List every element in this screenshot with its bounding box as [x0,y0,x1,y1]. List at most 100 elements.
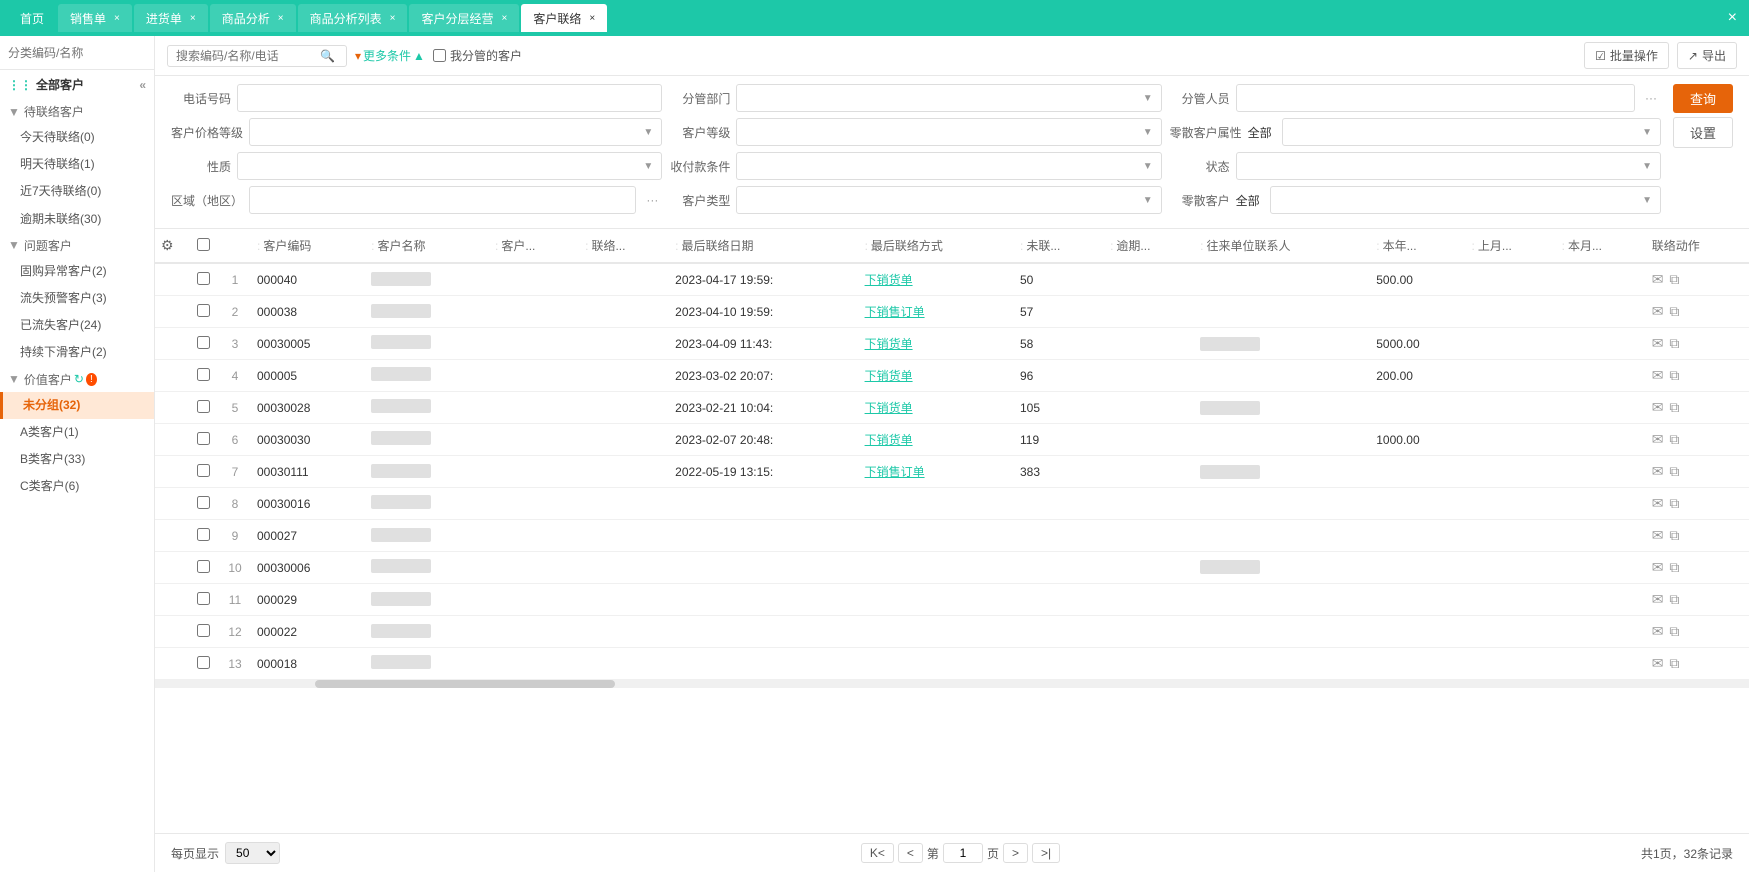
tab-customer-layer[interactable]: 客户分层经营 × [409,4,519,32]
th-this-month[interactable]: :本月... [1556,229,1646,263]
sidebar-group-value[interactable]: ▼ 价值客户 ↻ ! [0,367,154,392]
grid-action-icon-3[interactable]: ⧉ [1669,367,1679,384]
message-icon-10[interactable]: ✉ [1652,591,1664,608]
filter-customer-type-select[interactable]: ▼ [736,186,1161,214]
message-icon-0[interactable]: ✉ [1652,271,1664,288]
my-customers-checkbox[interactable]: 我分管的客户 [433,47,522,64]
sidebar-search-input[interactable] [8,46,155,60]
cell-last-method-0[interactable]: 下销货单 [859,263,1014,296]
message-icon-1[interactable]: ✉ [1652,303,1664,320]
method-link-2[interactable]: 下销货单 [865,337,913,351]
cell-checkbox-11[interactable] [187,616,219,648]
select-all-checkbox[interactable] [197,238,210,251]
tab-purchase[interactable]: 进货单 × [134,4,208,32]
th-no-contact[interactable]: :未联... [1014,229,1104,263]
method-link-1[interactable]: 下销售订单 [865,305,925,319]
query-button[interactable]: 查询 [1673,84,1733,113]
cell-last-method-4[interactable]: 下销货单 [859,392,1014,424]
grid-action-icon-6[interactable]: ⧉ [1669,463,1679,480]
message-icon-11[interactable]: ✉ [1652,623,1664,640]
cell-checkbox-9[interactable] [187,552,219,584]
cell-checkbox-7[interactable] [187,488,219,520]
grid-action-icon-11[interactable]: ⧉ [1669,623,1679,640]
cell-checkbox-8[interactable] [187,520,219,552]
message-icon-5[interactable]: ✉ [1652,431,1664,448]
filter-search-box[interactable]: 🔍 [167,45,347,67]
close-customer-contact-tab[interactable]: × [589,13,595,24]
cell-last-method-5[interactable]: 下销货单 [859,424,1014,456]
tab-product-list[interactable]: 商品分析列表 × [298,4,408,32]
close-product-list-tab[interactable]: × [390,13,396,24]
grid-action-icon-1[interactable]: ⧉ [1669,303,1679,320]
filter-person-dots[interactable]: ··· [1641,91,1661,105]
message-icon-4[interactable]: ✉ [1652,399,1664,416]
grid-action-icon-10[interactable]: ⧉ [1669,591,1679,608]
message-icon-9[interactable]: ✉ [1652,559,1664,576]
grid-action-icon-4[interactable]: ⧉ [1669,399,1679,416]
horizontal-scrollbar[interactable] [155,680,1749,688]
message-icon-8[interactable]: ✉ [1652,527,1664,544]
prev-page-btn[interactable]: < [898,843,923,863]
filter-person-select[interactable] [1236,84,1635,112]
th-last-month[interactable]: :上月... [1466,229,1556,263]
tab-sales[interactable]: 销售单 × [58,4,132,32]
th-settings[interactable]: ⚙ [155,229,187,263]
cell-checkbox-10[interactable] [187,584,219,616]
sidebar-item-week-pending[interactable]: 近7天待联络(0) [0,178,154,205]
sidebar-item-today-pending[interactable]: 今天待联络(0) [0,124,154,151]
close-all-tabs[interactable]: × [1724,5,1741,31]
sidebar-item-declining[interactable]: 持续下滑客户(2) [0,339,154,366]
th-code[interactable]: :客户编码 [251,229,365,263]
cell-checkbox-5[interactable] [187,424,219,456]
sidebar-item-group-a[interactable]: A类客户(1) [0,419,154,446]
last-page-btn[interactable]: >| [1032,843,1060,863]
collapse-sidebar-btn[interactable]: « [139,78,146,92]
filter-nature-select[interactable]: ▼ [237,152,662,180]
cell-checkbox-1[interactable] [187,296,219,328]
grid-action-icon-8[interactable]: ⧉ [1669,527,1679,544]
cell-checkbox-12[interactable] [187,648,219,680]
cell-checkbox-2[interactable] [187,328,219,360]
sidebar-item-group-b[interactable]: B类客户(33) [0,446,154,473]
message-icon-12[interactable]: ✉ [1652,655,1664,672]
cell-last-method-1[interactable]: 下销售订单 [859,296,1014,328]
filter-region-dots[interactable]: ··· [642,193,662,207]
filter-search-icon[interactable]: 🔍 [320,49,335,63]
filter-price-level-select[interactable]: ▼ [249,118,662,146]
cell-checkbox-4[interactable] [187,392,219,424]
sidebar-group-pending[interactable]: ▼ 待联络客户 [0,99,154,124]
th-checkbox[interactable] [187,229,219,263]
cell-last-method-2[interactable]: 下销货单 [859,328,1014,360]
grid-action-icon-9[interactable]: ⧉ [1669,559,1679,576]
th-last-contact-date[interactable]: :最后联络日期 [669,229,858,263]
filter-region-select[interactable] [249,186,636,214]
grid-action-icon-7[interactable]: ⧉ [1669,495,1679,512]
next-page-btn[interactable]: > [1003,843,1028,863]
message-icon-6[interactable]: ✉ [1652,463,1664,480]
th-overdue[interactable]: :逾期... [1104,229,1194,263]
filter-search-input[interactable] [176,49,316,63]
page-number-input[interactable] [943,843,983,863]
all-customers-header[interactable]: ⋮⋮ 全部客户 « [0,70,154,99]
grid-action-icon-5[interactable]: ⧉ [1669,431,1679,448]
filter-customer-level-select[interactable]: ▼ [736,118,1161,146]
message-icon-7[interactable]: ✉ [1652,495,1664,512]
page-size-select[interactable]: 50 100 200 [225,842,280,864]
sidebar-item-churned[interactable]: 已流失客户(24) [0,312,154,339]
tab-product-analysis[interactable]: 商品分析 × [210,4,296,32]
tab-customer-contact[interactable]: 客户联络 × [521,4,607,32]
settings-icon[interactable]: ⚙ [161,237,174,253]
batch-ops-button[interactable]: ☑ 批量操作 [1584,42,1669,69]
th-contact-person[interactable]: :往来单位联系人 [1194,229,1370,263]
my-customers-check[interactable] [433,49,446,62]
filter-phone-input[interactable] [237,84,662,112]
method-link-5[interactable]: 下销货单 [865,433,913,447]
method-link-3[interactable]: 下销货单 [865,369,913,383]
filter-sparse-attr-select[interactable]: ▼ [1282,118,1661,146]
grid-action-icon-2[interactable]: ⧉ [1669,335,1679,352]
close-customer-layer-tab[interactable]: × [501,13,507,24]
sidebar-item-tomorrow-pending[interactable]: 明天待联络(1) [0,151,154,178]
filter-status-select[interactable]: ▼ [1236,152,1661,180]
sidebar-item-group-c[interactable]: C类客户(6) [0,473,154,500]
sidebar-item-ungroup[interactable]: 未分组(32) [0,392,154,419]
